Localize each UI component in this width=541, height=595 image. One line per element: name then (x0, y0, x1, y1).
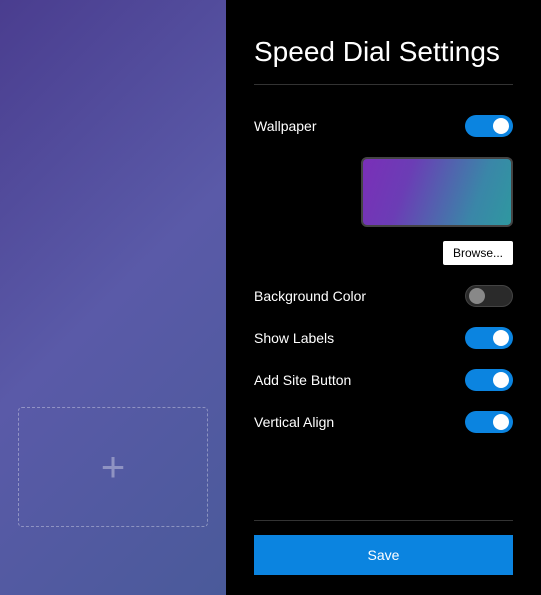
setting-vertical-align: Vertical Align (254, 411, 513, 433)
wallpaper-preview: + (0, 0, 226, 595)
setting-wallpaper: Wallpaper (254, 115, 513, 137)
setting-show-labels: Show Labels (254, 327, 513, 349)
wallpaper-thumbnail[interactable] (361, 157, 513, 227)
background-color-label: Background Color (254, 288, 366, 304)
save-button[interactable]: Save (254, 535, 513, 575)
page-title: Speed Dial Settings (254, 36, 513, 68)
show-labels-toggle[interactable] (465, 327, 513, 349)
add-site-button-label: Add Site Button (254, 372, 351, 388)
vertical-align-toggle[interactable] (465, 411, 513, 433)
setting-background-color: Background Color (254, 285, 513, 307)
add-site-button-toggle[interactable] (465, 369, 513, 391)
divider (254, 520, 513, 521)
background-color-toggle[interactable] (465, 285, 513, 307)
divider (254, 84, 513, 85)
vertical-align-label: Vertical Align (254, 414, 334, 430)
settings-panel: Speed Dial Settings Wallpaper Browse... … (226, 0, 541, 595)
add-site-tile[interactable]: + (18, 407, 208, 527)
wallpaper-picker: Browse... (254, 157, 513, 265)
setting-add-site-button: Add Site Button (254, 369, 513, 391)
browse-button[interactable]: Browse... (443, 241, 513, 265)
wallpaper-label: Wallpaper (254, 118, 317, 134)
show-labels-label: Show Labels (254, 330, 334, 346)
plus-icon: + (101, 446, 126, 488)
wallpaper-toggle[interactable] (465, 115, 513, 137)
